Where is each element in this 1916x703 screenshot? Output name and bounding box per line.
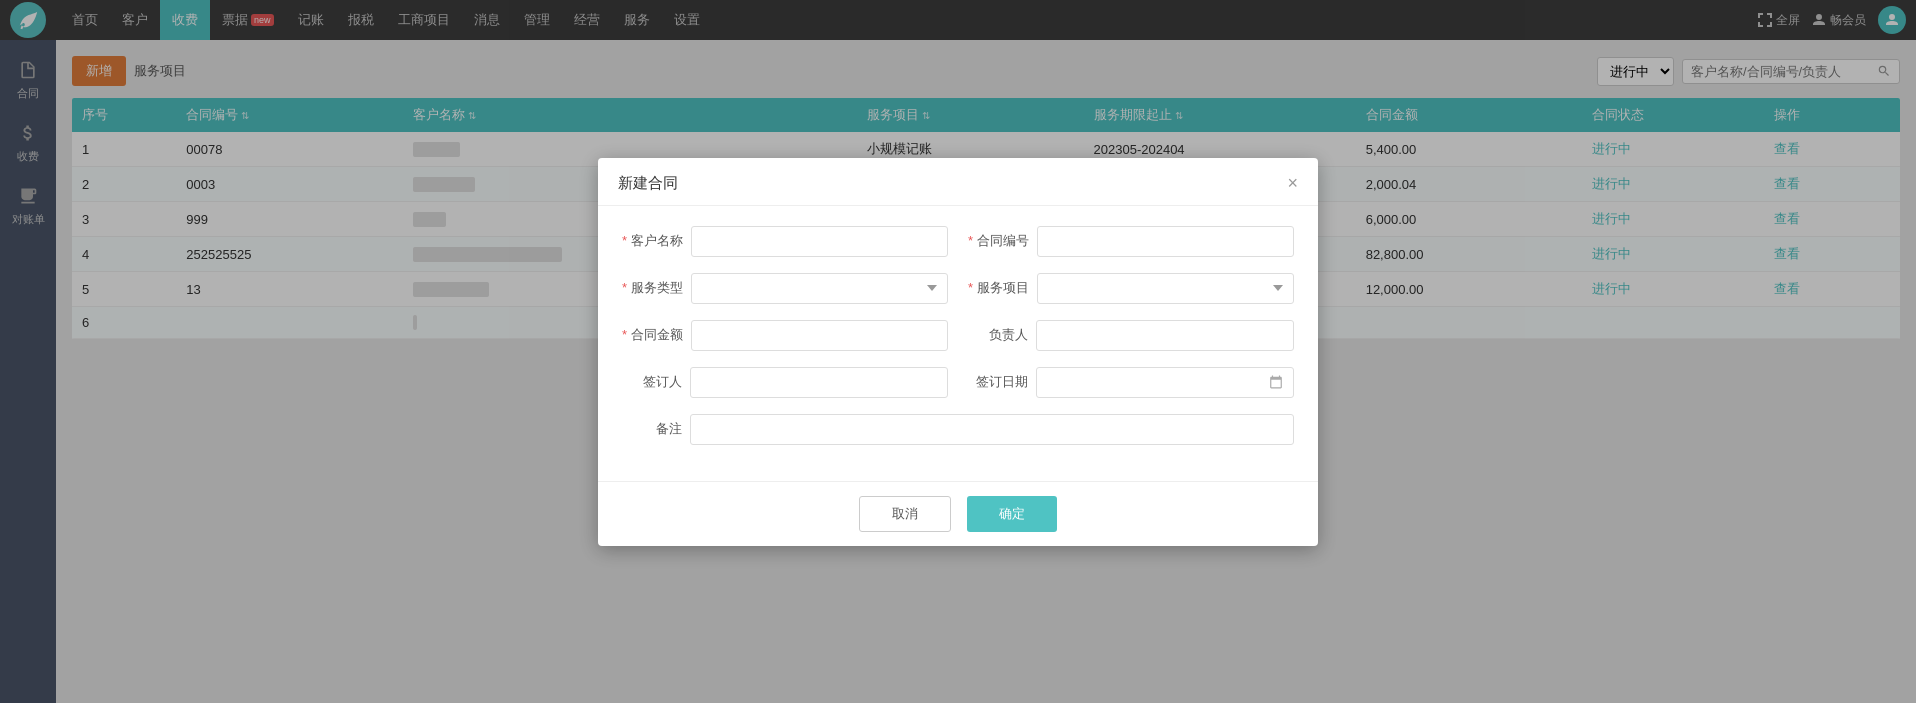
modal-footer: 取消 确定 [598, 481, 1318, 546]
service-type-select[interactable] [691, 273, 948, 304]
amount-label: 合同金额 [622, 326, 683, 344]
form-group-client-name: 客户名称 [622, 226, 948, 257]
calendar-icon [1269, 375, 1283, 389]
form-group-sign-date: 签订日期 2023-06-06 [968, 367, 1294, 398]
form-row-1: 客户名称 合同编号 [622, 226, 1294, 257]
service-item-form-label: 服务项目 [968, 279, 1029, 297]
cancel-button[interactable]: 取消 [859, 496, 951, 532]
service-type-label: 服务类型 [622, 279, 683, 297]
form-row-2: 服务类型 服务项目 [622, 273, 1294, 304]
form-group-signer: 签订人 [622, 367, 948, 398]
contract-no-input[interactable] [1037, 226, 1294, 257]
signer-input[interactable] [690, 367, 948, 398]
modal-title: 新建合同 [618, 174, 678, 193]
form-row-3: 合同金额 0.00 负责人 [622, 320, 1294, 351]
form-group-service-type: 服务类型 [622, 273, 948, 304]
form-group-amount: 合同金额 0.00 [622, 320, 948, 351]
form-group-responsible: 负责人 [968, 320, 1294, 351]
contract-amount-input[interactable]: 0.00 [691, 320, 948, 351]
modal-overlay: 新建合同 × 客户名称 合同编号 服务类型 [0, 0, 1916, 703]
sign-date-label: 签订日期 [968, 373, 1028, 391]
responsible-label: 负责人 [968, 326, 1028, 344]
remark-label: 备注 [622, 420, 682, 438]
modal-close-button[interactable]: × [1287, 174, 1298, 192]
form-row-5: 备注 [622, 414, 1294, 445]
modal-body: 客户名称 合同编号 服务类型 服务项目 [598, 206, 1318, 481]
form-row-4: 签订人 签订日期 2023-06-06 [622, 367, 1294, 398]
new-contract-modal: 新建合同 × 客户名称 合同编号 服务类型 [598, 158, 1318, 546]
contract-no-label: 合同编号 [968, 232, 1029, 250]
modal-header: 新建合同 × [598, 158, 1318, 206]
client-name-label: 客户名称 [622, 232, 683, 250]
service-item-select[interactable] [1037, 273, 1294, 304]
client-name-input[interactable] [691, 226, 948, 257]
form-group-remark: 备注 [622, 414, 1294, 445]
sign-date-input[interactable]: 2023-06-06 [1047, 375, 1261, 390]
form-group-contract-no: 合同编号 [968, 226, 1294, 257]
form-group-service-item: 服务项目 [968, 273, 1294, 304]
confirm-button[interactable]: 确定 [967, 496, 1057, 532]
signer-label: 签订人 [622, 373, 682, 391]
remark-input[interactable] [690, 414, 1294, 445]
responsible-input[interactable] [1036, 320, 1294, 351]
